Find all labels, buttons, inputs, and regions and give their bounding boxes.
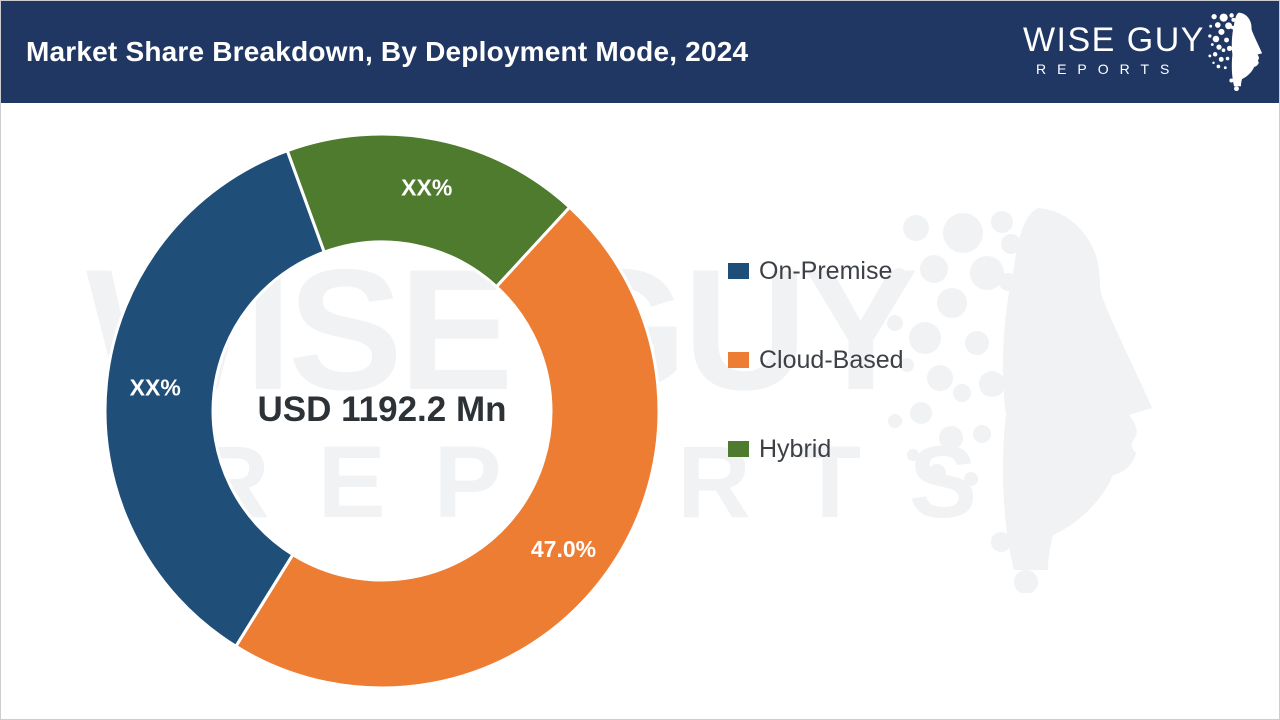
slice-label: 47.0%: [531, 536, 596, 562]
legend-swatch-icon: [728, 352, 749, 368]
legend-item-hybrid: Hybrid: [728, 433, 904, 465]
legend-label: On-Premise: [759, 256, 893, 285]
chart-legend: On-Premise Cloud-Based Hybrid: [728, 255, 904, 465]
legend-label: Hybrid: [759, 434, 832, 463]
legend-label: Cloud-Based: [759, 345, 904, 374]
report-page: WISE GUY REPORTS Market Share Breakdown,…: [0, 0, 1280, 720]
slice-label: XX%: [401, 174, 452, 200]
legend-item-on-premise: On-Premise: [728, 255, 904, 287]
legend-swatch-icon: [728, 441, 749, 457]
legend-item-cloud-based: Cloud-Based: [728, 344, 904, 376]
donut-chart: XX% 47.0% XX%: [103, 132, 661, 690]
legend-swatch-icon: [728, 263, 749, 279]
slice-label: XX%: [130, 375, 181, 401]
donut-slice-cloud-based: [234, 205, 661, 690]
donut-center-value: USD 1192.2 Mn: [257, 390, 507, 429]
